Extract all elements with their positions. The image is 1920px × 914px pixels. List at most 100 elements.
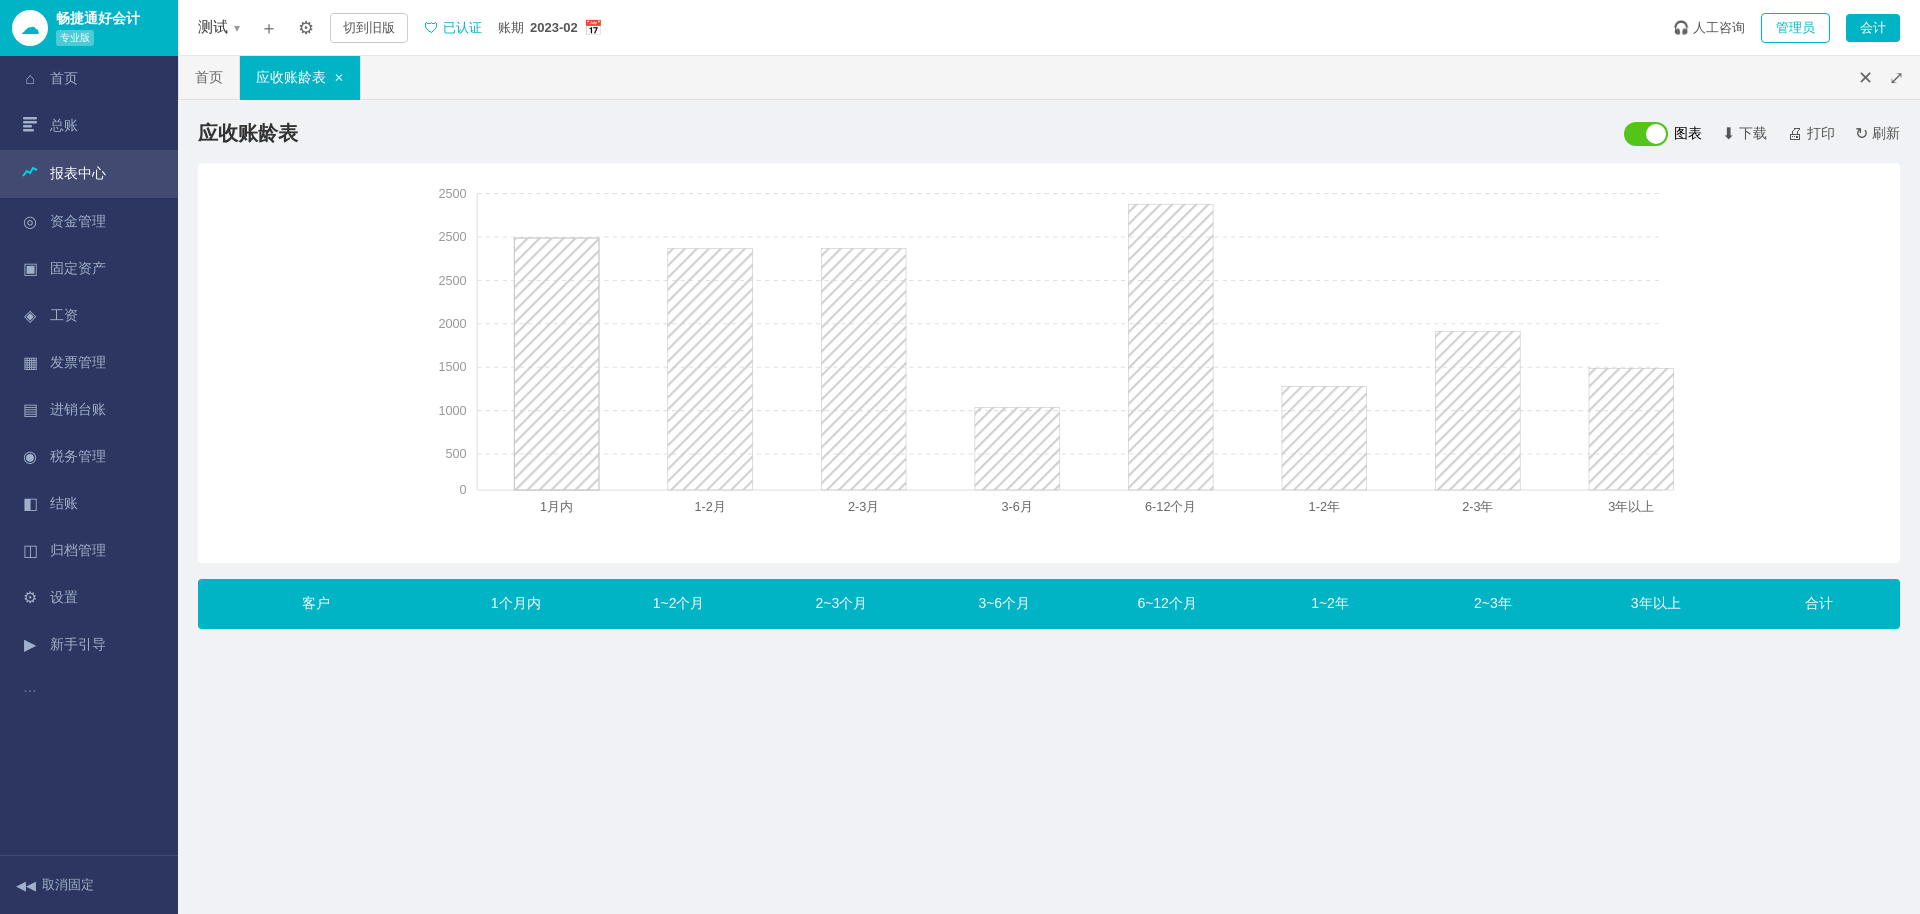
svg-text:2500: 2500	[438, 230, 466, 244]
sidebar-item-tax[interactable]: ◉ 税务管理	[0, 433, 178, 480]
svg-text:1000: 1000	[438, 404, 466, 418]
verified-badge: 🛡 已认证	[424, 19, 482, 37]
refresh-btn[interactable]: ↻ 刷新	[1855, 124, 1900, 143]
sidebar: ☁ 畅捷通好会计 专业版 ⌂ 首页 总账	[0, 0, 178, 914]
tax-icon: ◉	[20, 447, 40, 466]
page-content: 应收账龄表 图表 ⬇ 下载 🖨 打印 ↻ 刷新	[178, 100, 1920, 914]
logo-text: 畅捷通好会计 专业版	[56, 10, 140, 46]
chevron-down-icon: ▾	[234, 21, 240, 35]
tabbar-right: ✕ ⤢	[1854, 63, 1920, 93]
tabbar: 首页 应收账龄表 ✕ ✕ ⤢	[178, 56, 1920, 100]
topbar-actions: ＋ ⚙ 切到旧版	[256, 12, 408, 44]
sidebar-item-guide[interactable]: ▶ 新手引导	[0, 621, 178, 668]
table-header-3yplus: 3年以上	[1574, 579, 1737, 629]
close-period-icon: ◧	[20, 494, 40, 513]
sidebar-item-home[interactable]: ⌂ 首页	[0, 56, 178, 102]
workspace-name[interactable]: 测试 ▾	[198, 18, 240, 37]
sidebar-item-settings[interactable]: ⚙ 设置	[0, 574, 178, 621]
svg-text:2-3月: 2-3月	[848, 500, 879, 514]
toggle-switch[interactable]	[1624, 122, 1668, 146]
sidebar-item-sales-ledger[interactable]: ▤ 进销台账	[0, 386, 178, 433]
report-header: 应收账龄表 图表 ⬇ 下载 🖨 打印 ↻ 刷新	[198, 120, 1900, 147]
svg-text:2500: 2500	[438, 187, 466, 201]
topbar-right: 🎧 人工咨询 管理员 会计	[1673, 13, 1900, 43]
tab-close-icon[interactable]: ✕	[334, 71, 344, 85]
assets-icon: ▣	[20, 259, 40, 278]
table-header-2-3y: 2~3年	[1411, 579, 1574, 629]
chart-area: 2500 2500 2500 2000 1500 1000 500 0	[198, 163, 1900, 563]
print-icon: 🖨	[1787, 125, 1803, 143]
tab-home[interactable]: 首页	[178, 56, 240, 100]
svg-text:1-2月: 1-2月	[695, 500, 726, 514]
table-header: 客户 1个月内 1~2个月 2~3个月 3~6个月 6~12个月 1~2年 2~…	[198, 579, 1900, 629]
svg-rect-3	[23, 129, 34, 132]
sidebar-item-close-period[interactable]: ◧ 结账	[0, 480, 178, 527]
tab-aging-report[interactable]: 应收账龄表 ✕	[240, 56, 361, 100]
sidebar-item-ledger[interactable]: 总账	[0, 102, 178, 150]
switch-version-btn[interactable]: 切到旧版	[330, 13, 408, 43]
svg-rect-2	[23, 125, 32, 128]
table-header-total: 合计	[1737, 579, 1900, 629]
svg-text:1月内: 1月内	[540, 500, 573, 514]
expand-icon[interactable]: ⤢	[1885, 63, 1908, 93]
sidebar-logo: ☁ 畅捷通好会计 专业版	[0, 0, 178, 56]
bar-2-3year	[1435, 331, 1520, 490]
sidebar-item-more[interactable]: ···	[0, 668, 178, 714]
ledger-icon	[20, 116, 40, 136]
svg-rect-1	[23, 121, 37, 124]
cancel-fixed-btn[interactable]: ◀◀ 取消固定	[0, 866, 178, 904]
role-btn[interactable]: 会计	[1846, 14, 1900, 42]
sidebar-item-reports[interactable]: 报表中心	[0, 150, 178, 198]
svg-text:3年以上: 3年以上	[1608, 500, 1654, 514]
add-icon[interactable]: ＋	[256, 12, 282, 44]
period-display: 账期 2023-02 📅	[498, 19, 603, 37]
svg-text:2500: 2500	[438, 274, 466, 288]
bar-3-6month	[975, 407, 1060, 490]
sidebar-item-archive[interactable]: ◫ 归档管理	[0, 527, 178, 574]
print-btn[interactable]: 🖨 打印	[1787, 125, 1835, 143]
table-header-1m: 1个月内	[434, 579, 597, 629]
svg-text:2000: 2000	[438, 317, 466, 331]
more-icon: ···	[20, 682, 40, 700]
cancel-fixed-icon: ◀◀	[16, 878, 36, 893]
bar-1-2year	[1282, 386, 1367, 490]
logo-icon: ☁	[12, 10, 48, 46]
bar-1-2month	[668, 249, 753, 490]
admin-btn[interactable]: 管理员	[1761, 13, 1830, 43]
bar-6-12month	[1128, 204, 1213, 490]
funds-icon: ◎	[20, 212, 40, 231]
sidebar-bottom: ◀◀ 取消固定	[0, 855, 178, 914]
table-header-1-2y: 1~2年	[1249, 579, 1412, 629]
chart-container: 2500 2500 2500 2000 1500 1000 500 0	[228, 183, 1870, 543]
download-btn[interactable]: ⬇ 下载	[1722, 124, 1767, 143]
calendar-icon[interactable]: 📅	[584, 19, 603, 37]
refresh-icon: ↻	[1855, 124, 1868, 143]
sidebar-item-payroll[interactable]: ◈ 工资	[0, 292, 178, 339]
reports-icon	[20, 164, 40, 184]
table-header-6-12m: 6~12个月	[1086, 579, 1249, 629]
chart-toggle: 图表	[1624, 122, 1702, 146]
sidebar-nav: ⌂ 首页 总账 报表中心	[0, 56, 178, 855]
main-content: 测试 ▾ ＋ ⚙ 切到旧版 🛡 已认证 账期 2023-02 📅 🎧 人工咨询 …	[178, 0, 1920, 914]
download-icon: ⬇	[1722, 124, 1735, 143]
sidebar-item-assets[interactable]: ▣ 固定资产	[0, 245, 178, 292]
close-window-icon[interactable]: ✕	[1854, 63, 1877, 93]
sidebar-item-funds[interactable]: ◎ 资金管理	[0, 198, 178, 245]
bar-3yearplus	[1589, 368, 1674, 490]
topbar: 测试 ▾ ＋ ⚙ 切到旧版 🛡 已认证 账期 2023-02 📅 🎧 人工咨询 …	[178, 0, 1920, 56]
sidebar-item-invoice[interactable]: ▦ 发票管理	[0, 339, 178, 386]
svg-rect-0	[23, 117, 37, 120]
archive-icon: ◫	[20, 541, 40, 560]
table-header-2-3m: 2~3个月	[760, 579, 923, 629]
table-header-customer: 客户	[198, 579, 434, 629]
svg-text:6-12个月: 6-12个月	[1145, 500, 1196, 514]
sales-ledger-icon: ▤	[20, 400, 40, 419]
gear-icon: ⚙	[20, 588, 40, 607]
bar-1month	[514, 238, 599, 490]
settings-icon[interactable]: ⚙	[294, 13, 318, 43]
service-btn[interactable]: 🎧 人工咨询	[1673, 19, 1745, 37]
guide-icon: ▶	[20, 635, 40, 654]
svg-text:1-2年: 1-2年	[1309, 500, 1340, 514]
shield-icon: 🛡	[424, 19, 439, 36]
svg-text:3-6月: 3-6月	[1002, 500, 1033, 514]
